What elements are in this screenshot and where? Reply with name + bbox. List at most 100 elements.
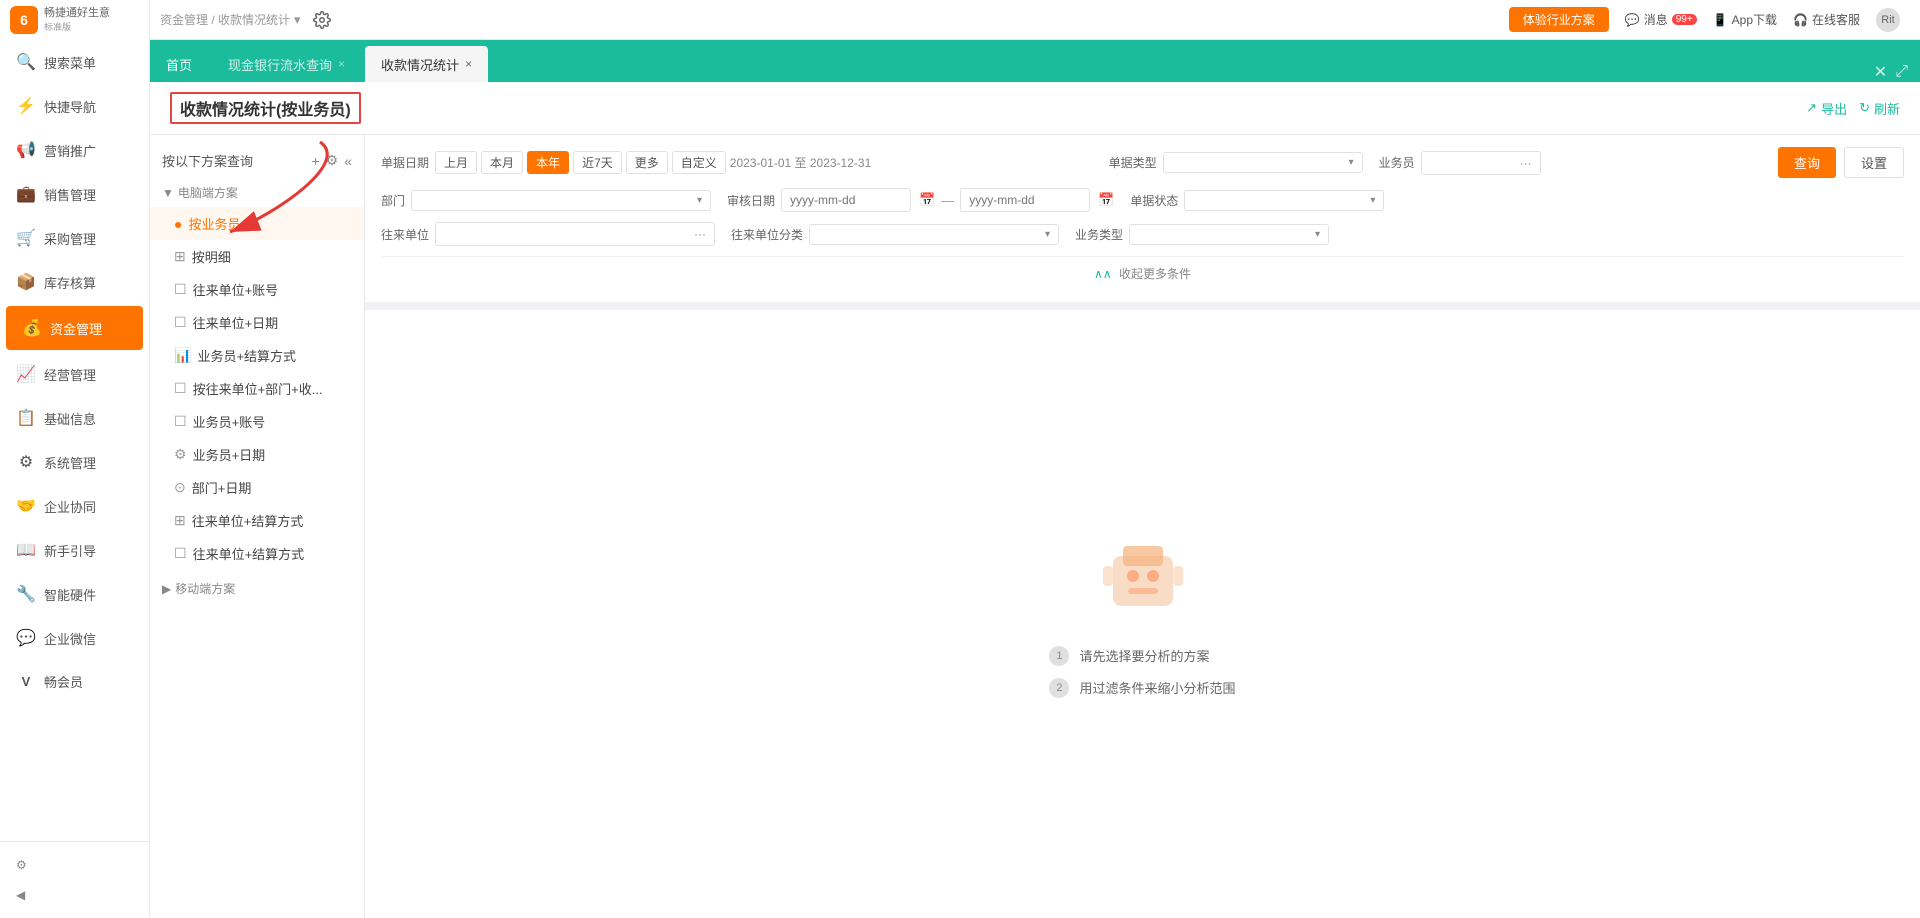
counterparty-type-select[interactable]: ▾ [809,224,1059,245]
left-panel-title-text: 按以下方案查询 [162,151,253,170]
collapse-panel-btn[interactable]: « [344,153,352,169]
filter-counterparty-type-item: 往来单位分类 ▾ [731,224,1059,245]
sidebar-item-label: 基础信息 [44,409,96,428]
app-download-btn[interactable]: 📱 App下载 [1713,11,1777,28]
robot-svg [1093,526,1193,626]
sidebar-item-label: 资金管理 [50,319,102,338]
tree-item-label-7: 业务员+日期 [193,445,266,464]
settings-icon[interactable] [313,11,331,29]
scheme-settings-btn[interactable]: ⚙ [326,152,339,169]
salesperson-select[interactable]: ··· [1421,151,1541,175]
tree-item-counterparty-date[interactable]: ☐ 往来单位+日期 [150,306,364,339]
date-btn-custom[interactable]: 自定义 [672,151,726,174]
voucher-type-select[interactable]: ▾ [1163,152,1363,173]
biz-type-select[interactable]: ▾ [1129,224,1329,245]
trial-btn[interactable]: 体验行业方案 [1509,7,1609,32]
tree-group-mobile-header[interactable]: ▶ 移动端方案 [150,574,364,603]
audit-date-to[interactable] [960,188,1090,212]
sidebar-item-marketing[interactable]: 📢 营销推广 [0,128,149,172]
tab-cashflow[interactable]: 现金银行流水查询 × [212,46,361,82]
tree-item-counterparty-account[interactable]: ☐ 往来单位+账号 [150,273,364,306]
sidebar-settings-btn[interactable]: ⚙ [0,850,149,880]
counterparty-dots: ··· [694,227,706,241]
date-bar: 上月 本月 本年 近7天 更多 自定义 2023-01-01 至 2023-12… [435,151,871,174]
sidebar-item-basics[interactable]: 📋 基础信息 [0,396,149,440]
tree-item-label-3: 往来单位+日期 [193,313,279,332]
sidebar-item-label: 库存核算 [44,273,96,292]
sidebar-item-operations[interactable]: 📈 经营管理 [0,352,149,396]
top-nav: 资金管理 / 收款情况统计 ▾ [150,11,1489,29]
step-2-text: 用过滤条件来缩小分析范围 [1079,678,1235,697]
date-btn-this-year[interactable]: 本年 [527,151,569,174]
tree-item-salesperson[interactable]: ● 按业务员 [150,207,364,240]
sidebar-item-label: 畅会员 [44,672,83,691]
left-panel-header: 按以下方案查询 + ⚙ « [150,143,364,178]
nav-dropdown-icon[interactable]: ▾ [294,12,301,28]
online-service-btn[interactable]: 🎧 在线客服 [1793,11,1860,28]
tree-item-dept-date[interactable]: ⊙ 部门+日期 [150,471,364,504]
tree-item-salesperson-account[interactable]: ☐ 业务员+账号 [150,405,364,438]
date-btn-last-month[interactable]: 上月 [435,151,477,174]
sidebar-item-system[interactable]: ⚙ 系统管理 [0,440,149,484]
sidebar-item-guide[interactable]: 📖 新手引导 [0,528,149,572]
tree-item-label-8: 部门+日期 [192,478,252,497]
refresh-label: 刷新 [1874,99,1900,118]
voucher-status-select[interactable]: ▾ [1184,190,1384,211]
sidebar-item-finance[interactable]: 💰 资金管理 [6,306,143,350]
tabs-expand-btn[interactable]: ⤢ [1895,63,1908,81]
query-btn[interactable]: 查询 [1778,147,1836,178]
audit-date-to-cal[interactable]: 📅 [1098,192,1114,208]
settings-btn[interactable]: 设置 [1844,147,1904,178]
counterparty-select[interactable]: ··· [435,222,715,246]
collapse-bar[interactable]: ∧∧ 收起更多条件 [381,256,1904,290]
sidebar-item-quicknav[interactable]: ⚡ 快捷导航 [0,84,149,128]
inventory-icon: 📦 [16,272,36,292]
sidebar-item-sales[interactable]: 💼 销售管理 [0,172,149,216]
tree-item-counterparty-dept[interactable]: ☐ 按往来单位+部门+收... [150,372,364,405]
sidebar-item-wechat[interactable]: 💬 企业微信 [0,616,149,660]
tree-item-label-4: 业务员+结算方式 [197,346,296,365]
filter-actions: 查询 设置 [1778,147,1904,178]
sidebar-item-purchase[interactable]: 🛒 采购管理 [0,216,149,260]
tab-collection[interactable]: 收款情况统计 × [365,46,488,82]
dept-label: 部门 [381,192,405,209]
online-service-label: 在线客服 [1812,11,1860,28]
tab-home[interactable]: 首页 [150,46,208,82]
tab-collection-close[interactable]: × [465,57,472,71]
sidebar-item-search[interactable]: 🔍 搜索菜单 [0,40,149,84]
filter-row-2: 部门 ▾ 审核日期 📅 — 📅 [381,188,1904,212]
operations-icon: 📈 [16,364,36,384]
user-name[interactable]: Rit [1876,8,1900,32]
date-btn-more[interactable]: 更多 [626,151,668,174]
export-btn[interactable]: ↗ 导出 [1806,99,1847,118]
sidebar-item-label: 企业微信 [44,629,96,648]
sidebar-item-inventory[interactable]: 📦 库存核算 [0,260,149,304]
audit-date-from-cal[interactable]: 📅 [919,192,935,208]
tree-item-salesperson-date[interactable]: ⚙ 业务员+日期 [150,438,364,471]
tree-item-counterparty-settle2[interactable]: ☐ 往来单位+结算方式 [150,537,364,570]
sidebar-item-hardware[interactable]: 🔧 智能硬件 [0,572,149,616]
sidebar-item-collab[interactable]: 🤝 企业协同 [0,484,149,528]
tab-cashflow-close[interactable]: × [338,57,345,71]
right-content: 单据日期 上月 本月 本年 近7天 更多 自定义 2023-01-01 至 [365,135,1920,918]
finance-icon: 💰 [22,318,42,338]
member-icon: V [16,674,36,689]
audit-date-from[interactable] [781,188,911,212]
date-btn-this-month[interactable]: 本月 [481,151,523,174]
add-scheme-btn[interactable]: + [311,153,319,169]
tree-item-detail[interactable]: ⊞ 按明细 [150,240,364,273]
tree-item-label-9: 往来单位+结算方式 [192,511,304,530]
sidebar-item-member[interactable]: V 畅会员 [0,660,149,703]
refresh-btn[interactable]: ↻ 刷新 [1859,99,1900,118]
tree-item-label-1: 按明细 [192,247,231,266]
messages-btn[interactable]: 💬 消息 99+ [1625,11,1697,28]
dept-select[interactable]: ▾ [411,190,711,211]
tree-item-counterparty-settle1[interactable]: ⊞ 往来单位+结算方式 [150,504,364,537]
biz-type-chevron: ▾ [1315,229,1320,240]
date-btn-7days[interactable]: 近7天 [573,151,622,174]
tree-group-pc-header[interactable]: ▼ 电脑端方案 [150,178,364,207]
tree-item-salesperson-settle[interactable]: 📊 业务员+结算方式 [150,339,364,372]
filter-voucher-status-item: 单据状态 ▾ [1130,190,1384,211]
sidebar-collapse-btn[interactable]: ◀ [0,880,149,910]
tabs-close-btn[interactable]: ✕ [1874,62,1887,82]
